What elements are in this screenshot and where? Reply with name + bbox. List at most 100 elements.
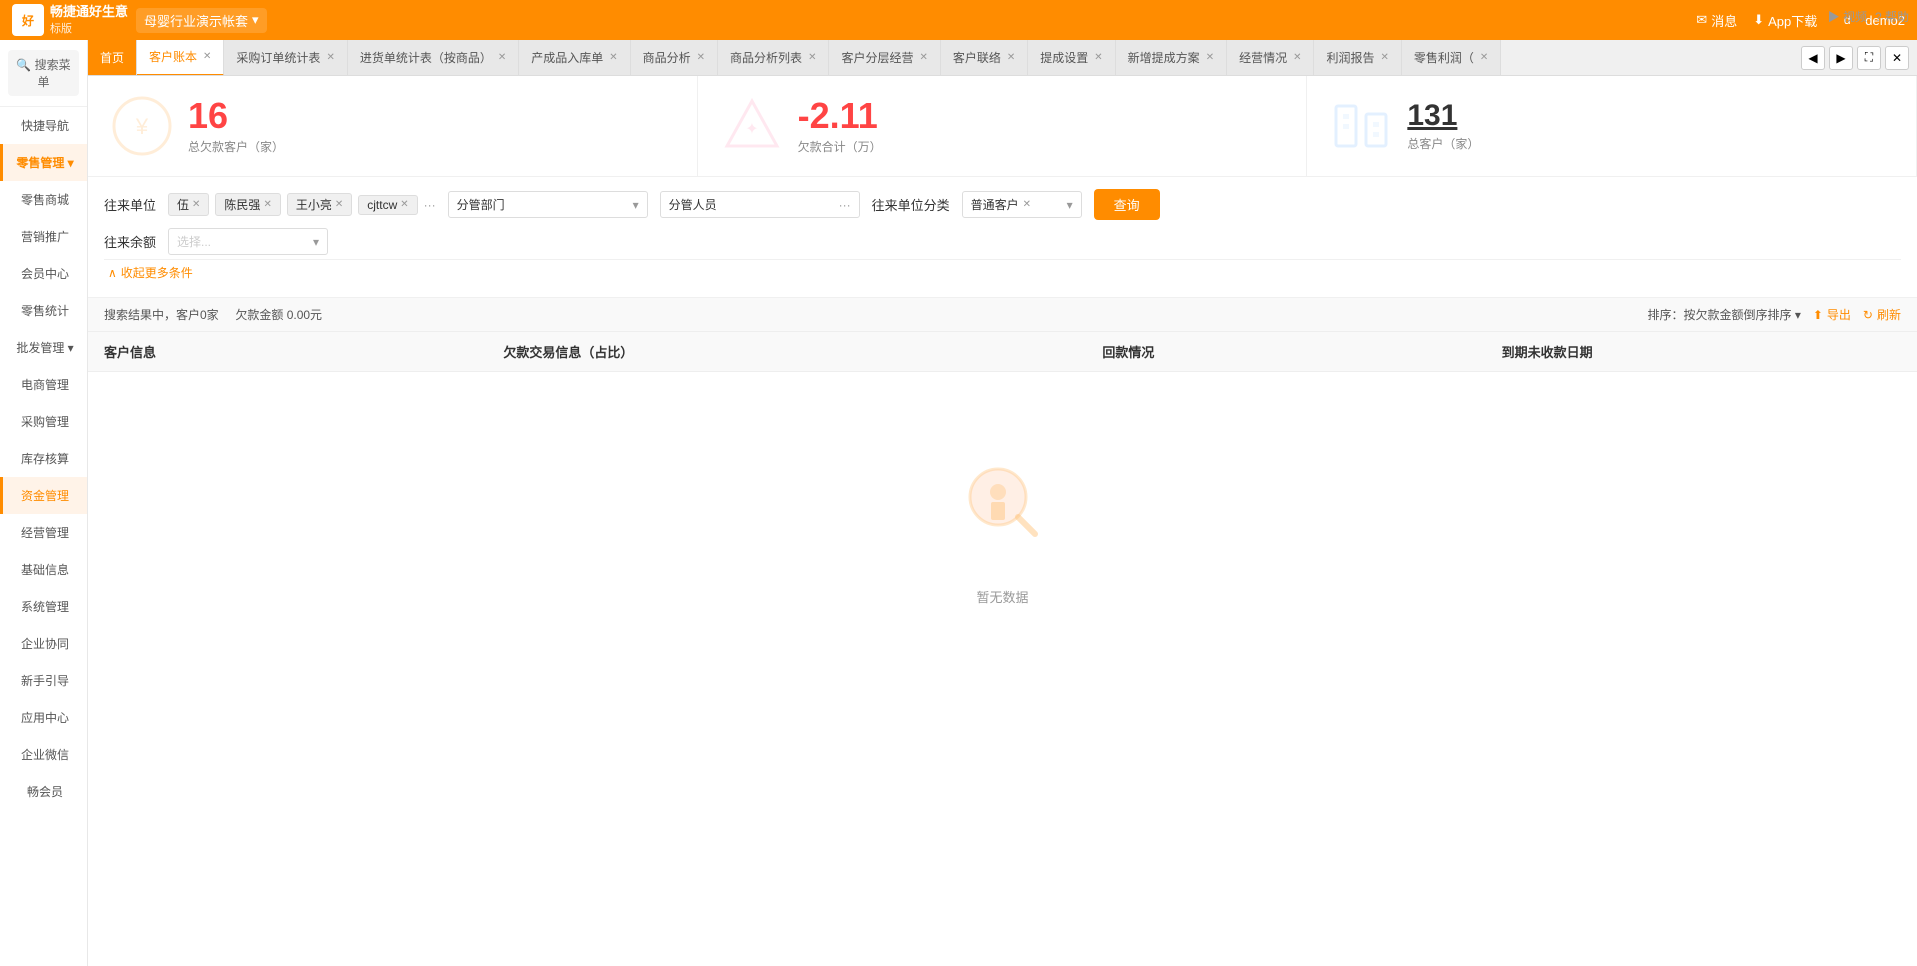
filter-tag-wu-close[interactable]: ✕ — [192, 199, 200, 210]
tab-product-list[interactable]: 商品分析列表 ✕ — [718, 40, 829, 76]
top-bar-left: 好 畅捷通好生意 标版 母婴行业演示帐套 ▾ — [12, 4, 267, 36]
message-btn[interactable]: ✉ 消息 — [1696, 11, 1737, 30]
tab-profit-report-close[interactable]: ✕ — [1381, 52, 1389, 63]
collapse-button[interactable]: ∧ 收起更多条件 — [108, 264, 1897, 281]
table-container: 客户信息 欠款交易信息（占比） 回款情况 到期未收款日期 — [88, 332, 1917, 686]
tab-inventory-stats[interactable]: 进货单统计表（按商品） ✕ — [348, 40, 519, 76]
tab-retail-profit[interactable]: 零售利润（ ✕ — [1402, 40, 1501, 76]
person-selector[interactable]: 分管人员 ··· — [660, 191, 860, 218]
sidebar-item-ecommerce[interactable]: 电商管理 — [0, 366, 87, 403]
tab-new-plan-close[interactable]: ✕ — [1206, 52, 1214, 63]
sidebar-item-retail-stats[interactable]: 零售统计 — [0, 292, 87, 329]
sort-arrow: ▾ — [1795, 308, 1801, 322]
app-container: 好 畅捷通好生意 标版 母婴行业演示帐套 ▾ ✉ 消息 ⬇ App下载 d — [0, 0, 1917, 966]
enterprise-label: 企业协同 — [21, 637, 69, 651]
filter-tag-wu-label: 伍 — [177, 196, 189, 213]
new-guide-label: 新手引导 — [21, 674, 69, 688]
sidebar-item-wechat[interactable]: 企业微信 — [0, 736, 87, 773]
table-header: 客户信息 欠款交易信息（占比） 回款情况 到期未收款日期 — [88, 332, 1917, 372]
filter-tag-more[interactable]: ··· — [424, 198, 436, 212]
sidebar-item-quick-nav[interactable]: 快捷导航 — [0, 107, 87, 144]
tab-accounts-close[interactable]: ✕ — [203, 51, 211, 62]
sidebar-item-member[interactable]: 会员中心 — [0, 255, 87, 292]
tab-operations-close[interactable]: ✕ — [1293, 52, 1301, 63]
tab-customer-segment-close[interactable]: ✕ — [919, 52, 927, 63]
tab-product-analysis[interactable]: 商品分析 ✕ — [631, 40, 718, 76]
stat-value-customers: 16 — [188, 98, 673, 134]
tenant-selector[interactable]: 母婴行业演示帐套 ▾ — [136, 8, 267, 33]
tab-cost-inbound-close[interactable]: ✕ — [609, 52, 617, 63]
person-label-prefix: 分管人员 — [669, 196, 717, 213]
content-area: 首页 客户账本 ✕ 采购订单统计表 ✕ 进货单统计表（按商品） ✕ 产成品入库单… — [88, 40, 1917, 966]
unit-class-close[interactable]: ✕ — [1023, 199, 1031, 210]
sidebar-item-purchase[interactable]: 采购管理 — [0, 403, 87, 440]
balance-selector[interactable]: 选择... ▾ — [168, 228, 328, 255]
tab-retail-profit-close[interactable]: ✕ — [1480, 52, 1488, 63]
sidebar-item-retail-mall[interactable]: 零售商城 — [0, 181, 87, 218]
tab-raise-settings-close[interactable]: ✕ — [1094, 52, 1102, 63]
tab-new-plan[interactable]: 新增提成方案 ✕ — [1116, 40, 1227, 76]
dept-arrow: ▾ — [633, 198, 639, 212]
tab-purchase-stats[interactable]: 采购订单统计表 ✕ — [224, 40, 347, 76]
app-download-btn[interactable]: ⬇ App下载 — [1753, 11, 1817, 30]
search-menu-button[interactable]: 🔍 搜索菜单 — [8, 50, 79, 96]
top-bar: 好 畅捷通好生意 标版 母婴行业演示帐套 ▾ ✉ 消息 ⬇ App下载 d — [0, 0, 1917, 40]
stat-info-customers: 16 总欠款客户（家） — [188, 98, 673, 155]
tab-retail-profit-label: 零售利润（ — [1414, 49, 1474, 66]
sidebar-item-system[interactable]: 系统管理 — [0, 588, 87, 625]
filter-tag-cjttcw-close[interactable]: ✕ — [400, 199, 408, 210]
balance-placeholder: 选择... — [177, 233, 211, 250]
sidebar-item-base-info[interactable]: 基础信息 — [0, 551, 87, 588]
sidebar-item-inventory[interactable]: 库存核算 — [0, 440, 87, 477]
filter-row-2: 往来余额 选择... ▾ — [104, 228, 1901, 255]
logo-subtitle: 标版 — [50, 20, 128, 36]
dept-selector[interactable]: 分管部门 ▾ — [448, 191, 648, 218]
app-center-label: 应用中心 — [21, 711, 69, 725]
filter-tag-wang-close[interactable]: ✕ — [335, 199, 343, 210]
tab-accounts[interactable]: 客户账本 ✕ — [137, 40, 224, 76]
vip-label: 畅会员 — [27, 785, 63, 799]
sidebar-item-app-center[interactable]: 应用中心 — [0, 699, 87, 736]
unit-class-selector[interactable]: 普通客户 ✕ ▾ — [962, 191, 1082, 218]
stat-info-total: 131 总客户（家） — [1407, 101, 1892, 152]
collapse-row: ∧ 收起更多条件 — [104, 259, 1901, 285]
table-col-debt-info: 欠款交易信息（占比） — [503, 342, 1102, 361]
tab-product-analysis-label: 商品分析 — [643, 49, 691, 66]
sidebar-item-finance[interactable]: 资金管理 — [0, 477, 87, 514]
tab-customer-contact-close[interactable]: ✕ — [1007, 52, 1015, 63]
tab-fullscreen-btn[interactable]: ⛶ — [1857, 46, 1881, 70]
tab-accounts-label: 客户账本 — [149, 48, 197, 65]
tab-cost-inbound[interactable]: 产成品入库单 ✕ — [519, 40, 630, 76]
tab-raise-settings[interactable]: 提成设置 ✕ — [1028, 40, 1115, 76]
tab-operations[interactable]: 经营情况 ✕ — [1227, 40, 1314, 76]
ecommerce-label: 电商管理 — [21, 378, 69, 392]
tab-customer-segment[interactable]: 客户分层经营 ✕ — [829, 40, 940, 76]
tab-inventory-stats-close[interactable]: ✕ — [498, 52, 506, 63]
tab-home[interactable]: 首页 — [88, 40, 137, 76]
tab-product-analysis-close[interactable]: ✕ — [697, 52, 705, 63]
tab-close-all-btn[interactable]: ✕ — [1885, 46, 1909, 70]
tab-prev-btn[interactable]: ◀ — [1801, 46, 1825, 70]
sidebar-item-enterprise[interactable]: 企业协同 — [0, 625, 87, 662]
tab-next-btn[interactable]: ▶ — [1829, 46, 1853, 70]
sidebar-item-retail-mgmt[interactable]: 零售管理 ▾ — [0, 144, 87, 181]
export-btn[interactable]: ⬆ 导出 — [1813, 306, 1851, 323]
sidebar-item-vip[interactable]: 畅会员 — [0, 773, 87, 810]
tab-product-list-close[interactable]: ✕ — [808, 52, 816, 63]
tab-product-list-label: 商品分析列表 — [730, 49, 802, 66]
sidebar-item-new-guide[interactable]: 新手引导 — [0, 662, 87, 699]
business-label: 经营管理 — [21, 526, 69, 540]
finance-label: 资金管理 — [21, 489, 69, 503]
sidebar-item-marketing[interactable]: 营销推广 — [0, 218, 87, 255]
tab-purchase-stats-close[interactable]: ✕ — [326, 52, 334, 63]
search-menu-label: 搜索菜单 — [35, 58, 71, 89]
query-button[interactable]: 查询 — [1094, 189, 1160, 220]
refresh-btn[interactable]: ↻ 刷新 — [1863, 306, 1901, 323]
batch-mgmt-label: 批发管理 ▾ — [16, 341, 73, 355]
filter-tags-unit: 伍 ✕ 陈民强 ✕ 王小亮 ✕ — [168, 193, 436, 216]
sidebar-item-business[interactable]: 经营管理 — [0, 514, 87, 551]
tab-profit-report[interactable]: 利润报告 ✕ — [1314, 40, 1401, 76]
sidebar-item-batch-mgmt[interactable]: 批发管理 ▾ — [0, 329, 87, 366]
filter-tag-chen-close[interactable]: ✕ — [263, 199, 271, 210]
tab-customer-contact[interactable]: 客户联络 ✕ — [941, 40, 1028, 76]
